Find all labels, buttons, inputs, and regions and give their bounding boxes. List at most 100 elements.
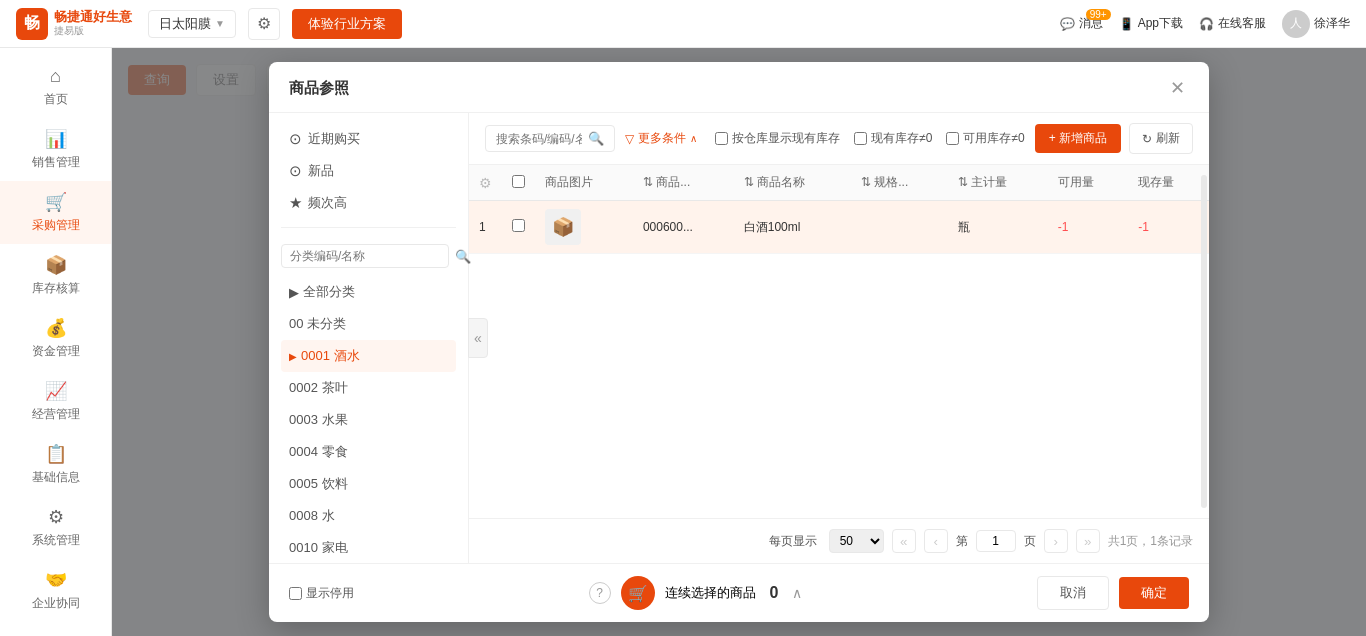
sidebar-item-operations[interactable]: 📈 经营管理 (0, 370, 111, 433)
home-icon: ⌂ (50, 66, 61, 87)
right-panel: 🔍 ▽ 更多条件 ∧ 按仓库显示现有库存 (469, 113, 1209, 563)
row-checkbox (502, 201, 535, 254)
shortcut-new[interactable]: ⊙ 新品 (281, 155, 456, 187)
product-search-icon[interactable]: 🔍 (588, 131, 604, 146)
sort-icon: ⇅ (861, 175, 871, 189)
category-0002[interactable]: 0002 茶叶 (281, 372, 456, 404)
modal-title: 商品参照 (289, 79, 349, 98)
total-info: 共1页，1条记录 (1108, 533, 1193, 550)
col-stock: 现存量 (1128, 165, 1209, 201)
col-spec[interactable]: ⇅ 规格... (851, 165, 948, 201)
sidebar-item-guide[interactable]: 🎯 新手引导 (0, 630, 111, 636)
category-0001[interactable]: ▶ 0001 酒水 (281, 340, 456, 372)
close-button[interactable]: ✕ (1165, 76, 1189, 100)
more-filter-button[interactable]: ▽ 更多条件 ∧ (625, 130, 697, 147)
product-search-bar: 🔍 (485, 125, 615, 152)
footer-center: ? 🛒 连续选择的商品 0 ∧ (354, 576, 1037, 610)
recent-icon: ⊙ (289, 130, 302, 148)
category-0005[interactable]: 0005 饮料 (281, 468, 456, 500)
user-nav[interactable]: 人 徐泽华 (1282, 10, 1350, 38)
modal-body: ⊙ 近期购买 ⊙ 新品 ★ 频次高 (269, 113, 1209, 563)
filter-arrow-icon: ∧ (690, 133, 697, 144)
trial-button[interactable]: 体验行业方案 (292, 9, 402, 39)
cancel-button[interactable]: 取消 (1037, 576, 1109, 610)
pagination: 每页显示 50 10 20 100 « ‹ 第 页 (469, 518, 1209, 563)
logo-text: 畅捷通好生意 (54, 9, 132, 25)
product-reference-modal: 商品参照 ✕ ⊙ 近期购买 ⊙ 新 (269, 62, 1209, 622)
prev-page-button[interactable]: ‹ (924, 529, 948, 553)
first-page-button[interactable]: « (892, 529, 916, 553)
sales-icon: 📊 (45, 128, 67, 150)
col-unit[interactable]: ⇅ 主计量 (948, 165, 1048, 201)
refresh-button[interactable]: ↻ 刷新 (1129, 123, 1193, 154)
sidebar-item-finance[interactable]: 💰 资金管理 (0, 307, 111, 370)
help-icon[interactable]: ? (589, 582, 611, 604)
shortcut-recent[interactable]: ⊙ 近期购买 (281, 123, 456, 155)
sidebar-item-home[interactable]: ⌂ 首页 (0, 56, 111, 118)
sidebar-item-basic[interactable]: 📋 基础信息 (0, 433, 111, 496)
category-all[interactable]: ▶ 全部分类 (281, 276, 456, 308)
shortcuts-section: ⊙ 近期购买 ⊙ 新品 ★ 频次高 (269, 123, 468, 219)
inventory-icon: 📦 (45, 254, 67, 276)
system-icon: ⚙ (48, 506, 64, 528)
column-settings-icon[interactable]: ⚙ (479, 175, 492, 191)
table-row[interactable]: 1 📦 (469, 201, 1209, 254)
finance-icon: 💰 (45, 317, 67, 339)
category-search-input[interactable] (281, 244, 449, 268)
checkbox-usable[interactable]: 可用库存≠0 (946, 130, 1024, 147)
category-0004[interactable]: 0004 零食 (281, 436, 456, 468)
divider (281, 227, 456, 228)
select-all-checkbox[interactable] (512, 175, 525, 188)
next-page-button[interactable]: › (1044, 529, 1068, 553)
row-code: 000600... (633, 201, 734, 254)
col-image: 商品图片 (535, 165, 633, 201)
per-page-select[interactable]: 50 10 20 100 (829, 529, 884, 553)
sidebar-item-collab[interactable]: 🤝 企业协同 (0, 559, 111, 622)
sidebar-item-purchase[interactable]: 🛒 采购管理 (0, 181, 111, 244)
table-scrollbar[interactable] (1201, 175, 1207, 508)
headset-icon: 🎧 (1199, 17, 1214, 31)
row-select-checkbox[interactable] (512, 219, 525, 232)
checkbox-available[interactable]: 现有库存≠0 (854, 130, 932, 147)
store-selector[interactable]: 日太阳膜 ▼ (148, 10, 236, 38)
col-name[interactable]: ⇅ 商品名称 (734, 165, 851, 201)
row-index: 1 (469, 201, 502, 254)
row-available: -1 (1048, 201, 1129, 254)
per-page-label: 每页显示 (769, 533, 817, 550)
col-code[interactable]: ⇅ 商品... (633, 165, 734, 201)
product-search-input[interactable] (496, 132, 582, 146)
category-0003[interactable]: 0003 水果 (281, 404, 456, 436)
purchase-icon: 🛒 (45, 191, 67, 213)
mobile-icon: 📱 (1119, 17, 1134, 31)
online-service-nav[interactable]: 🎧 在线客服 (1199, 15, 1266, 32)
show-disabled-checkbox[interactable]: 显示停用 (289, 585, 354, 602)
app-download-nav[interactable]: 📱 App下载 (1119, 15, 1183, 32)
category-00[interactable]: 00 未分类 (281, 308, 456, 340)
category-0010[interactable]: 0010 家电 (281, 532, 456, 553)
category-0008[interactable]: 0008 水 (281, 500, 456, 532)
selected-label: 连续选择的商品 (665, 584, 756, 602)
sidebar: ⌂ 首页 📊 销售管理 🛒 采购管理 📦 库存核算 💰 资金管理 📈 经营管理 … (0, 48, 112, 636)
checkbox-warehouse[interactable]: 按仓库显示现有库存 (715, 130, 840, 147)
sidebar-item-inventory[interactable]: 📦 库存核算 (0, 244, 111, 307)
message-nav[interactable]: 💬 消息 99+ (1060, 15, 1103, 32)
page-number-input[interactable] (976, 530, 1016, 552)
cart-icon[interactable]: 🛒 (621, 576, 655, 610)
filter-icon: ▽ (625, 132, 634, 146)
page-label: 第 (956, 533, 968, 550)
expand-icon: ▶ (289, 285, 299, 300)
last-page-button[interactable]: » (1076, 529, 1100, 553)
basic-icon: 📋 (45, 443, 67, 465)
confirm-button[interactable]: 确定 (1119, 577, 1189, 609)
settings-icon[interactable]: ⚙ (248, 8, 280, 40)
toolbar-right: + 新增商品 ↻ 刷新 (1035, 123, 1193, 154)
collapse-footer-icon[interactable]: ∧ (792, 585, 802, 601)
logo: 畅 畅捷通好生意 捷易版 (16, 8, 136, 40)
row-stock: -1 (1128, 201, 1209, 254)
sidebar-item-sales[interactable]: 📊 销售管理 (0, 118, 111, 181)
add-product-button[interactable]: + 新增商品 (1035, 124, 1121, 153)
left-panel: ⊙ 近期购买 ⊙ 新品 ★ 频次高 (269, 113, 469, 563)
sidebar-item-system[interactable]: ⚙ 系统管理 (0, 496, 111, 559)
product-thumbnail: 📦 (545, 209, 581, 245)
shortcut-frequent[interactable]: ★ 频次高 (281, 187, 456, 219)
